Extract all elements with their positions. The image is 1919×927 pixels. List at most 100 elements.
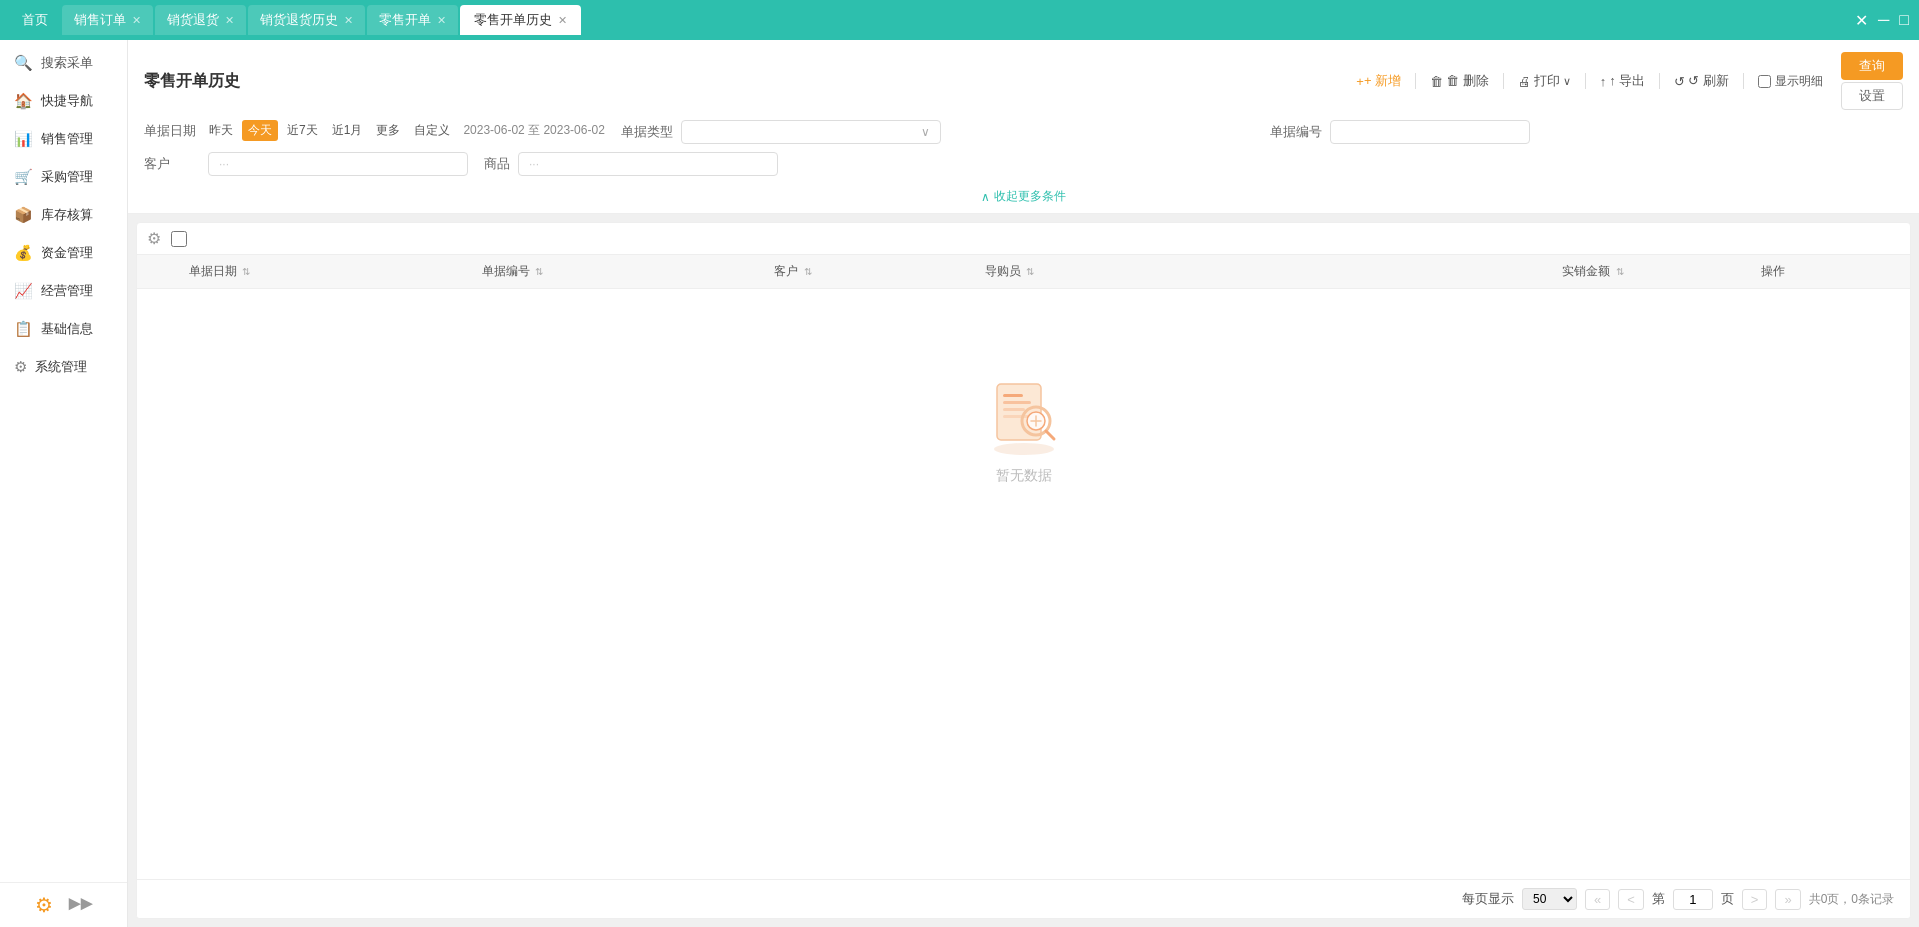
show-detail-checkbox[interactable]	[1758, 75, 1771, 88]
collapse-sidebar-button[interactable]: ◀◀	[69, 896, 93, 915]
finance-icon: 💰	[14, 244, 33, 262]
sort-salesperson-icon: ⇅	[1026, 266, 1034, 277]
sort-customer-icon: ⇅	[804, 266, 812, 277]
sidebar-item-purchase-mgmt[interactable]: 🛒 采购管理	[0, 158, 127, 196]
home-tab[interactable]: 首页	[10, 5, 60, 35]
sys-mgmt-icon: ⚙	[14, 358, 27, 376]
search-icon: 🔍	[14, 54, 33, 72]
date-range: 2023-06-02 至 2023-06-02	[463, 122, 604, 139]
svg-point-0	[994, 443, 1054, 455]
per-page-label: 每页显示	[1462, 890, 1514, 908]
tab-retail-history[interactable]: 零售开单历史 ✕	[460, 5, 581, 35]
svg-rect-2	[1003, 394, 1023, 397]
prev-page-button[interactable]: <	[1618, 889, 1644, 910]
delete-icon: 🗑	[1430, 74, 1443, 89]
sidebar-item-basic-info[interactable]: 📋 基础信息	[0, 310, 127, 348]
set-button[interactable]: 设置	[1841, 82, 1903, 110]
purchase-icon: 🛒	[14, 168, 33, 186]
print-button[interactable]: 🖨 打印 ∨	[1518, 72, 1571, 90]
customer-input[interactable]: ···	[208, 152, 468, 176]
first-page-button[interactable]: «	[1585, 889, 1610, 910]
date-btn-7days[interactable]: 近7天	[282, 120, 323, 141]
svg-rect-4	[1003, 408, 1025, 411]
export-icon: ↑	[1600, 74, 1607, 89]
window-max-icon[interactable]: □	[1899, 11, 1909, 29]
tab-sales-return[interactable]: 销货退货 ✕	[155, 5, 246, 35]
col-date[interactable]: 单据日期 ⇅	[177, 255, 470, 289]
tab-retail-open[interactable]: 零售开单 ✕	[367, 5, 458, 35]
tab-sales-return-history[interactable]: 销货退货历史 ✕	[248, 5, 365, 35]
tab-sales-order[interactable]: 销售订单 ✕	[62, 5, 153, 35]
date-label: 单据日期	[144, 122, 196, 140]
goods-label: 商品	[484, 155, 510, 173]
empty-text: 暂无数据	[996, 467, 1052, 485]
refresh-button[interactable]: ↺ ↺ 刷新	[1674, 72, 1729, 90]
print-arrow-icon: ∨	[1563, 75, 1571, 88]
date-btn-today[interactable]: 今天	[242, 120, 278, 141]
inventory-icon: 📦	[14, 206, 33, 224]
close-icon[interactable]: ✕	[558, 14, 567, 27]
close-icon[interactable]: ✕	[225, 14, 234, 27]
date-btn-more[interactable]: 更多	[371, 120, 405, 141]
sidebar-item-quick-nav[interactable]: 🏠 快捷导航	[0, 82, 127, 120]
sidebar-item-operation[interactable]: 📈 经营管理	[0, 272, 127, 310]
sidebar-item-finance[interactable]: 💰 资金管理	[0, 234, 127, 272]
page-suffix: 页	[1721, 890, 1734, 908]
print-icon: 🖨	[1518, 74, 1531, 89]
date-btn-yesterday[interactable]: 昨天	[204, 120, 238, 141]
next-page-button[interactable]: >	[1742, 889, 1768, 910]
table-settings-icon[interactable]: ⚙	[147, 229, 161, 248]
collapse-icon: ∧	[981, 190, 990, 204]
svg-rect-3	[1003, 401, 1031, 404]
sidebar-search[interactable]: 🔍 搜索采单	[0, 44, 127, 82]
sort-amount-icon: ⇅	[1616, 266, 1624, 277]
close-icon[interactable]: ✕	[437, 14, 446, 27]
col-salesperson[interactable]: 导购员 ⇅	[973, 255, 1225, 289]
total-info: 共0页，0条记录	[1809, 891, 1894, 908]
home-icon: 🏠	[14, 92, 33, 110]
col-action: 操作	[1636, 255, 1910, 289]
sales-icon: 📊	[14, 130, 33, 148]
empty-illustration	[979, 369, 1069, 459]
sort-num-icon: ⇅	[535, 266, 543, 277]
add-button[interactable]: + + 新增	[1356, 72, 1401, 90]
page-input[interactable]	[1673, 889, 1713, 910]
svg-line-8	[1046, 431, 1054, 439]
add-icon: +	[1356, 74, 1364, 89]
doc-num-input[interactable]	[1330, 120, 1530, 144]
select-all-checkbox[interactable]	[171, 231, 187, 247]
col-num[interactable]: 单据编号 ⇅	[470, 255, 763, 289]
page-title: 零售开单历史	[144, 71, 240, 92]
collapse-more-btn[interactable]: ∧ 收起更多条件	[144, 184, 1903, 213]
query-button[interactable]: 查询	[1841, 52, 1903, 80]
sidebar-item-inventory[interactable]: 📦 库存核算	[0, 196, 127, 234]
gear-button[interactable]: ⚙	[35, 893, 53, 917]
col-customer[interactable]: 客户 ⇅	[762, 255, 972, 289]
date-btn-custom[interactable]: 自定义	[409, 120, 455, 141]
close-icon[interactable]: ✕	[132, 14, 141, 27]
col-amount[interactable]: 实销金额 ⇅	[1224, 255, 1635, 289]
delete-button[interactable]: 🗑 🗑 删除	[1430, 72, 1489, 90]
goods-input[interactable]: ···	[518, 152, 778, 176]
window-min-icon[interactable]: ─	[1878, 11, 1889, 29]
basic-info-icon: 📋	[14, 320, 33, 338]
page-label: 第	[1652, 890, 1665, 908]
sidebar-item-sales-mgmt[interactable]: 📊 销售管理	[0, 120, 127, 158]
type-dropdown-icon: ∨	[921, 125, 930, 139]
per-page-select[interactable]: 10 20 50 100	[1522, 888, 1577, 910]
date-btn-1month[interactable]: 近1月	[327, 120, 368, 141]
export-button[interactable]: ↑ ↑ 导出	[1600, 72, 1646, 90]
sidebar-item-sys-mgmt[interactable]: ⚙ 系统管理	[0, 348, 127, 386]
last-page-button[interactable]: »	[1775, 889, 1800, 910]
doc-num-label: 单据编号	[1270, 123, 1322, 141]
svg-rect-5	[1003, 415, 1029, 418]
type-label: 单据类型	[621, 123, 673, 141]
show-detail-label: 显示明细	[1758, 73, 1823, 90]
window-close-icon[interactable]: ✕	[1855, 11, 1868, 30]
customer-label: 客户	[144, 155, 200, 173]
sort-date-icon: ⇅	[242, 266, 250, 277]
operation-icon: 📈	[14, 282, 33, 300]
type-select[interactable]: ∨	[681, 120, 941, 144]
close-icon[interactable]: ✕	[344, 14, 353, 27]
empty-state: 暂无数据	[137, 289, 1910, 565]
